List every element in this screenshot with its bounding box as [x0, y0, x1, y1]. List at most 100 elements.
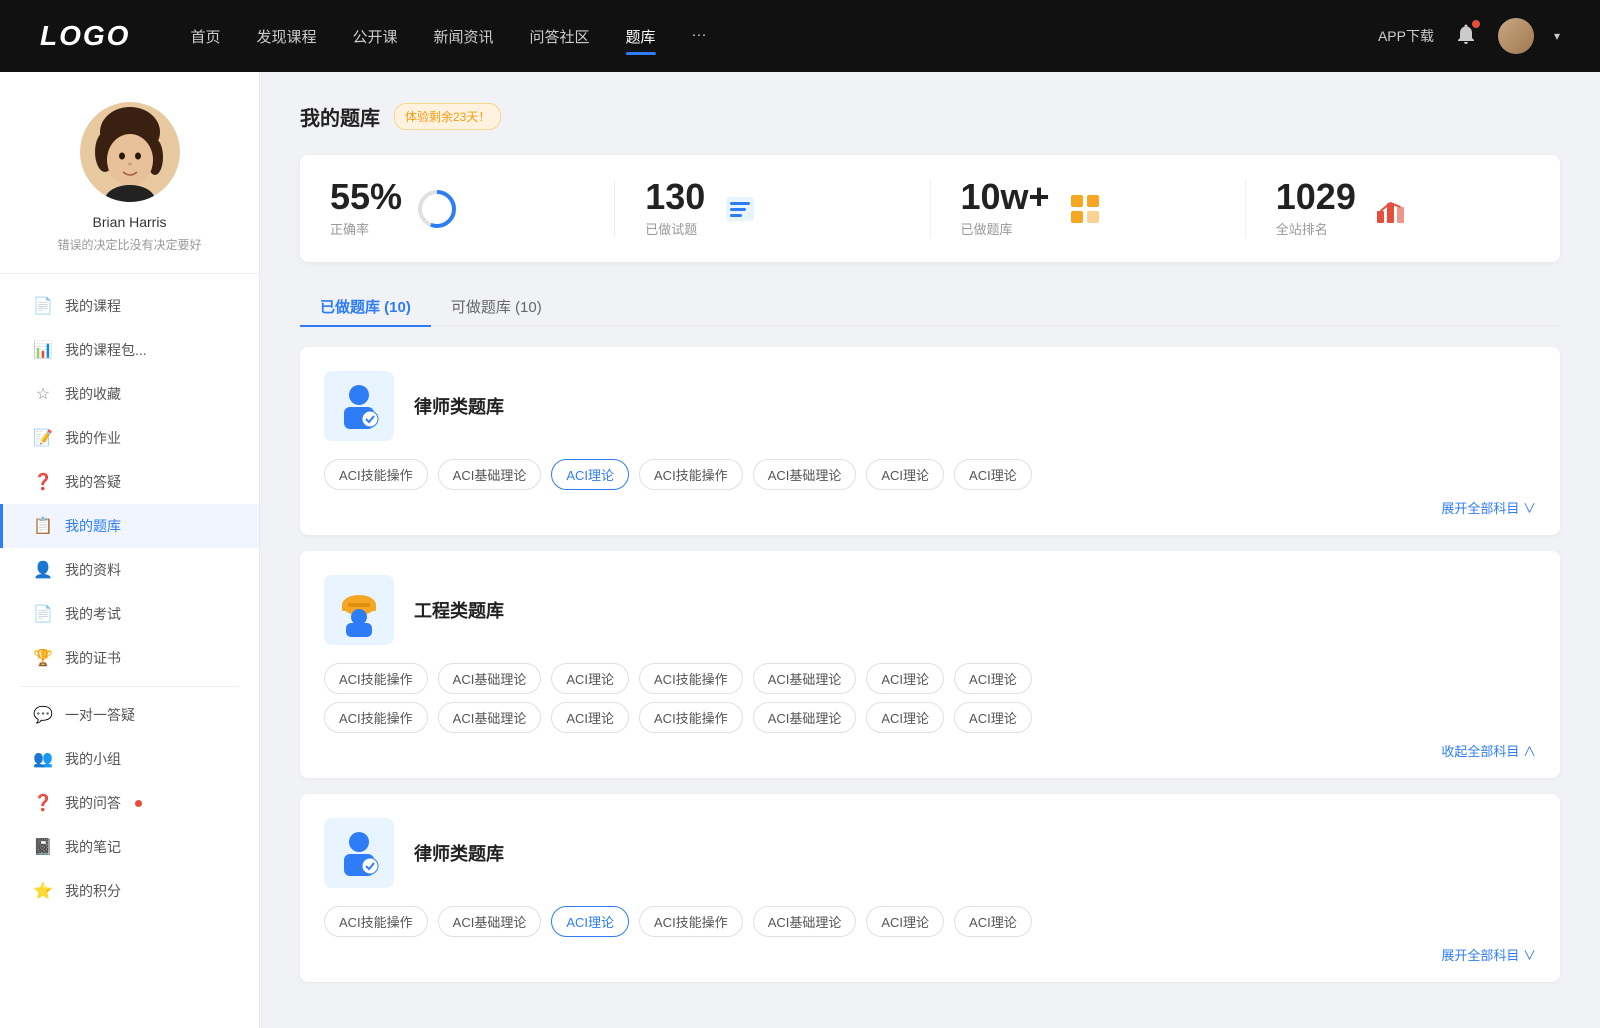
- rank-label: 全站排名: [1276, 219, 1356, 238]
- app-download-button[interactable]: APP下载: [1378, 26, 1434, 46]
- done-questions-label: 已做试题: [645, 219, 705, 238]
- accuracy-label: 正确率: [330, 219, 402, 238]
- accuracy-value: 55%: [330, 179, 402, 215]
- tag-item[interactable]: ACI理论: [866, 459, 944, 490]
- tag-item[interactable]: ACI理论: [954, 663, 1032, 694]
- main-content: 我的题库 体验剩余23天！ 55% 正确率: [260, 72, 1600, 1028]
- collapse-all-link[interactable]: 收起全部科目 ∧: [324, 741, 1536, 760]
- stat-accuracy: 55% 正确率: [300, 179, 615, 238]
- tag-item[interactable]: ACI理论: [551, 702, 629, 733]
- stat-rank: 1029 全站排名: [1246, 179, 1560, 238]
- tag-item[interactable]: ACI技能操作: [639, 906, 743, 937]
- logo: LOGO: [40, 20, 130, 52]
- sidebar-item-homework[interactable]: 📝 我的作业: [0, 416, 259, 460]
- tag-item[interactable]: ACI基础理论: [438, 906, 542, 937]
- accuracy-icon: [416, 188, 458, 230]
- avatar-image: [1498, 18, 1534, 54]
- tag-item[interactable]: ACI基础理论: [753, 663, 857, 694]
- stat-done-banks: 10w+ 已做题库: [931, 179, 1246, 238]
- notification-dot: [1472, 20, 1480, 28]
- engineer-bank-icon: [324, 575, 394, 645]
- nav-discover[interactable]: 发现课程: [256, 22, 316, 51]
- qa-icon: ❓: [33, 472, 53, 492]
- tag-item[interactable]: ACI技能操作: [639, 459, 743, 490]
- tag-item[interactable]: ACI理论: [866, 906, 944, 937]
- sidebar-item-notes[interactable]: 📓 我的笔记: [0, 825, 259, 869]
- sidebar-item-group[interactable]: 👥 我的小组: [0, 737, 259, 781]
- sidebar-item-label: 我的证书: [65, 648, 121, 668]
- sidebar-item-points[interactable]: ⭐ 我的积分: [0, 869, 259, 913]
- nav-more[interactable]: ···: [692, 22, 707, 51]
- tag-item[interactable]: ACI基础理论: [753, 459, 857, 490]
- sidebar-item-label: 我的作业: [65, 428, 121, 448]
- tag-item[interactable]: ACI技能操作: [324, 702, 428, 733]
- sidebar-item-my-qa[interactable]: ❓ 我的问答: [0, 781, 259, 825]
- stats-bar: 55% 正确率 130 已做试题: [300, 155, 1560, 262]
- list-chart-icon: [719, 188, 761, 230]
- user-motto: 错误的决定比没有决定要好: [57, 236, 201, 253]
- tab-available-banks[interactable]: 可做题库 (10): [431, 286, 562, 327]
- profile-avatar: [80, 102, 180, 202]
- chevron-down-icon[interactable]: ▾: [1554, 29, 1560, 43]
- tag-item[interactable]: ACI技能操作: [324, 906, 428, 937]
- tag-item[interactable]: ACI基础理论: [753, 906, 857, 937]
- bank-card-lawyer-2: 律师类题库 ACI技能操作 ACI基础理论 ACI理论 ACI技能操作 ACI基…: [300, 794, 1560, 982]
- tag-item[interactable]: ACI理论: [954, 702, 1032, 733]
- tag-item[interactable]: ACI技能操作: [324, 459, 428, 490]
- nav-open-course[interactable]: 公开课: [352, 22, 397, 51]
- sidebar-item-exam[interactable]: 📄 我的考试: [0, 592, 259, 636]
- profile-section: Brian Harris 错误的决定比没有决定要好: [0, 102, 259, 274]
- tag-item-active[interactable]: ACI理论: [551, 906, 629, 937]
- nav-news[interactable]: 新闻资讯: [434, 22, 494, 51]
- sidebar-item-profile[interactable]: 👤 我的资料: [0, 548, 259, 592]
- tag-item[interactable]: ACI技能操作: [324, 663, 428, 694]
- sidebar-item-qa[interactable]: ❓ 我的答疑: [0, 460, 259, 504]
- tag-item[interactable]: ACI理论: [954, 906, 1032, 937]
- tag-item[interactable]: ACI基础理论: [438, 702, 542, 733]
- avatar[interactable]: [1498, 18, 1534, 54]
- tag-item-active[interactable]: ACI理论: [551, 459, 629, 490]
- sidebar-item-label: 我的题库: [65, 516, 121, 536]
- main-layout: Brian Harris 错误的决定比没有决定要好 📄 我的课程 📊 我的课程包…: [0, 72, 1600, 1028]
- sidebar-item-course[interactable]: 📄 我的课程: [0, 284, 259, 328]
- nav-qa[interactable]: 问答社区: [530, 22, 590, 51]
- sidebar-item-label: 我的收藏: [65, 384, 121, 404]
- sidebar-item-course-package[interactable]: 📊 我的课程包...: [0, 328, 259, 372]
- tag-item[interactable]: ACI理论: [551, 663, 629, 694]
- tag-item[interactable]: ACI基础理论: [753, 702, 857, 733]
- bank-title-lawyer-1: 律师类题库: [414, 393, 504, 419]
- tag-item[interactable]: ACI基础理论: [438, 459, 542, 490]
- tag-item[interactable]: ACI基础理论: [438, 663, 542, 694]
- group-icon: 👥: [33, 749, 53, 769]
- qa-notification-dot: [135, 800, 142, 807]
- exam-icon: 📄: [33, 604, 53, 624]
- sidebar-item-certificate[interactable]: 🏆 我的证书: [0, 636, 259, 680]
- tag-item[interactable]: ACI理论: [866, 702, 944, 733]
- grid-icon: [1064, 188, 1106, 230]
- sidebar-item-favorites[interactable]: ☆ 我的收藏: [0, 372, 259, 416]
- notification-bell[interactable]: [1454, 22, 1478, 51]
- points-icon: ⭐: [33, 881, 53, 901]
- sidebar-item-one-on-one[interactable]: 💬 一对一答疑: [0, 693, 259, 737]
- question-bank-icon: 📋: [33, 516, 53, 536]
- tag-item[interactable]: ACI技能操作: [639, 663, 743, 694]
- sidebar-item-label: 我的课程包...: [65, 340, 147, 360]
- tag-item[interactable]: ACI理论: [954, 459, 1032, 490]
- bank-tags-engineer-row1: ACI技能操作 ACI基础理论 ACI理论 ACI技能操作 ACI基础理论 AC…: [324, 663, 1536, 694]
- sidebar-item-question-bank[interactable]: 📋 我的题库: [0, 504, 259, 548]
- sidebar-item-label: 我的小组: [65, 749, 121, 769]
- profile-icon: 👤: [33, 560, 53, 580]
- bank-title-lawyer-2: 律师类题库: [414, 840, 504, 866]
- course-icon: 📄: [33, 296, 53, 316]
- bank-card-lawyer-1: 律师类题库 ACI技能操作 ACI基础理论 ACI理论 ACI技能操作 ACI基…: [300, 347, 1560, 535]
- nav-question-bank[interactable]: 题库: [626, 22, 656, 51]
- homework-icon: 📝: [33, 428, 53, 448]
- tag-item[interactable]: ACI技能操作: [639, 702, 743, 733]
- one-on-one-icon: 💬: [33, 705, 53, 725]
- expand-all-link-1[interactable]: 展开全部科目 ∨: [324, 498, 1536, 517]
- expand-all-link-3[interactable]: 展开全部科目 ∨: [324, 945, 1536, 964]
- tab-done-banks[interactable]: 已做题库 (10): [300, 286, 431, 327]
- tag-item[interactable]: ACI理论: [866, 663, 944, 694]
- bank-tags-lawyer-1: ACI技能操作 ACI基础理论 ACI理论 ACI技能操作 ACI基础理论 AC…: [324, 459, 1536, 490]
- nav-home[interactable]: 首页: [190, 22, 220, 51]
